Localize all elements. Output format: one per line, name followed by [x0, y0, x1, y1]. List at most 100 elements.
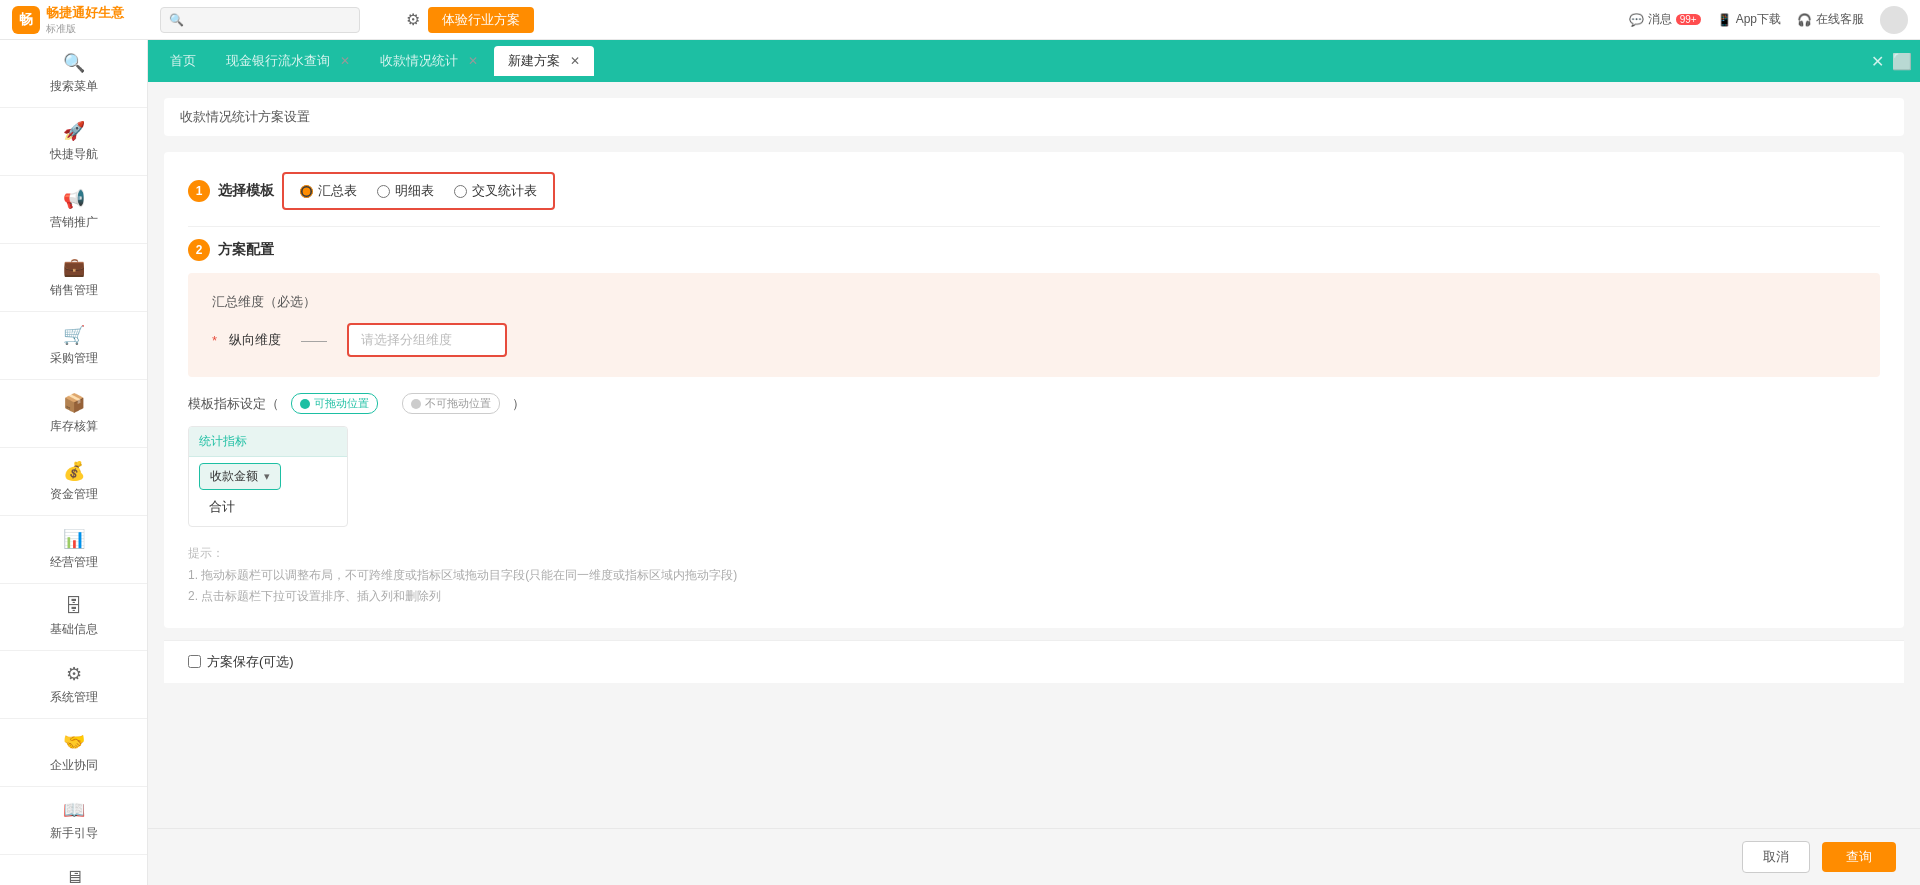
metrics-box: 统计指标 收款金额 ▾ 合计	[188, 426, 348, 527]
service-icon: 🎧	[1797, 13, 1812, 27]
search-icon: 🔍	[169, 13, 184, 27]
user-avatar[interactable]	[1880, 6, 1908, 34]
divider-1	[188, 226, 1880, 227]
system-icon: ⚙	[66, 663, 82, 685]
tab-cash-flow-label: 现金银行流水查询	[226, 52, 330, 70]
tab-collection-stats-close-icon[interactable]: ✕	[468, 54, 478, 68]
tab-new-plan[interactable]: 新建方案 ✕	[494, 46, 594, 76]
notification-label: 消息	[1648, 11, 1672, 28]
non-draggable-label: 不可拖动位置	[425, 396, 491, 411]
metrics-tag-amount[interactable]: 收款金额 ▾	[199, 463, 281, 490]
trial-button[interactable]: 体验行业方案	[428, 7, 534, 33]
save-checkbox[interactable]	[188, 655, 201, 668]
sidebar: 🔍 搜索菜单 🚀 快捷导航 📢 营销推广 💼 销售管理 🛒 采购管理 📦 库存核…	[0, 40, 148, 885]
tab-bar-actions: ✕ ⬜	[1871, 52, 1912, 71]
dimension-select[interactable]: 请选择分组维度	[347, 323, 507, 357]
logo-sub: 标准版	[46, 22, 124, 36]
sidebar-item-sales[interactable]: 💼 销售管理	[0, 244, 147, 312]
footer-bar: 取消 查询	[148, 828, 1920, 885]
online-service-item[interactable]: 🎧 在线客服	[1797, 11, 1864, 28]
metrics-box-header: 统计指标	[189, 427, 347, 457]
collab-icon: 🤝	[63, 731, 85, 753]
tab-home[interactable]: 首页	[156, 46, 210, 76]
top-actions: 💬 消息 99+ 📱 App下载 🎧 在线客服	[1629, 6, 1908, 34]
sidebar-item-search[interactable]: 🔍 搜索菜单	[0, 40, 147, 108]
metrics-config: 模板指标设定（ 可拖动位置 不可拖动位置 ）	[188, 393, 1880, 527]
tab-new-plan-close-icon[interactable]: ✕	[570, 54, 580, 68]
sidebar-item-system[interactable]: ⚙ 系统管理	[0, 651, 147, 719]
sidebar-item-finance[interactable]: 💰 资金管理	[0, 448, 147, 516]
operations-icon: 📊	[63, 528, 85, 550]
save-label: 方案保存(可选)	[207, 653, 294, 671]
radio-summary-label: 汇总表	[318, 182, 357, 200]
metrics-tag-label: 收款金额	[210, 468, 258, 485]
tips-section: 提示： 1. 拖动标题栏可以调整布局，不可跨维度或指标区域拖动目字段(只能在同一…	[188, 543, 1880, 608]
sidebar-item-purchase[interactable]: 🛒 采购管理	[0, 312, 147, 380]
query-button[interactable]: 查询	[1822, 842, 1896, 872]
non-draggable-badge: 不可拖动位置	[402, 393, 500, 414]
sidebar-item-inventory[interactable]: 📦 库存核算	[0, 380, 147, 448]
marketing-icon: 📢	[63, 188, 85, 210]
radio-cross[interactable]: 交叉统计表	[454, 182, 537, 200]
logo-text: 畅捷通好生意	[46, 4, 124, 22]
main-layout: 🔍 搜索菜单 🚀 快捷导航 📢 营销推广 💼 销售管理 🛒 采购管理 📦 库存核…	[0, 40, 1920, 885]
dimension-row: * 纵向维度 —— 请选择分组维度	[212, 323, 1856, 357]
tab-maximize-icon[interactable]: ⬜	[1892, 52, 1912, 71]
metrics-header: 模板指标设定（ 可拖动位置 不可拖动位置 ）	[188, 393, 1880, 414]
inventory-icon: 📦	[63, 392, 85, 414]
main-card: 1 选择模板 汇总表 明细表 交叉统计表	[164, 152, 1904, 628]
chevron-down-icon: ▾	[264, 470, 270, 483]
metrics-box-body: 收款金额 ▾ 合计	[189, 457, 347, 526]
top-search[interactable]: 🔍	[160, 7, 360, 33]
tab-new-plan-label: 新建方案	[508, 52, 560, 70]
purchase-icon: 🛒	[63, 324, 85, 346]
tab-collection-stats-label: 收款情况统计	[380, 52, 458, 70]
dimension-arrow: ——	[301, 333, 327, 348]
notification-badge: 99+	[1676, 14, 1701, 25]
radio-detail[interactable]: 明细表	[377, 182, 434, 200]
guide-icon: 📖	[63, 799, 85, 821]
cancel-button[interactable]: 取消	[1742, 841, 1810, 873]
radio-summary-input[interactable]	[300, 185, 313, 198]
tab-cash-flow-close-icon[interactable]: ✕	[340, 54, 350, 68]
search-icon: 🔍	[63, 52, 85, 74]
metrics-section-label: 统计指标	[199, 434, 247, 448]
metrics-table-area: 统计指标 收款金额 ▾ 合计	[188, 426, 1880, 527]
radio-cross-label: 交叉统计表	[472, 182, 537, 200]
sidebar-item-hardware[interactable]: 🖥 智能硬件	[0, 855, 147, 885]
draggable-label: 可拖动位置	[314, 396, 369, 411]
metrics-total: 合计	[199, 494, 337, 520]
template-radio-group: 汇总表 明细表 交叉统计表	[282, 172, 555, 210]
radio-cross-input[interactable]	[454, 185, 467, 198]
sales-icon: 💼	[63, 256, 85, 278]
sidebar-item-navigation[interactable]: 🚀 快捷导航	[0, 108, 147, 176]
settings-icon[interactable]: ⚙	[406, 10, 420, 29]
sidebar-item-marketing[interactable]: 📢 营销推广	[0, 176, 147, 244]
step2-header: 2 方案配置	[188, 239, 1880, 261]
app-download-label: App下载	[1736, 11, 1781, 28]
tab-close-window-icon[interactable]: ✕	[1871, 52, 1884, 71]
sidebar-item-guide[interactable]: 📖 新手引导	[0, 787, 147, 855]
step2-title: 方案配置	[218, 241, 274, 259]
vertical-dimension-label: 纵向维度	[229, 331, 281, 349]
sidebar-item-label: 基础信息	[50, 621, 98, 638]
sidebar-item-label: 营销推广	[50, 214, 98, 231]
sidebar-item-label: 库存核算	[50, 418, 98, 435]
step2-section: 2 方案配置 汇总维度（必选） * 纵向维度 —— 请选择分组维度	[188, 239, 1880, 608]
required-star: *	[212, 333, 217, 348]
tab-cash-flow[interactable]: 现金银行流水查询 ✕	[212, 46, 364, 76]
radio-summary[interactable]: 汇总表	[300, 182, 357, 200]
sidebar-item-label: 经营管理	[50, 554, 98, 571]
save-checkbox-label[interactable]: 方案保存(可选)	[188, 653, 294, 671]
step1-number: 1	[188, 180, 210, 202]
sidebar-item-operations[interactable]: 📊 经营管理	[0, 516, 147, 584]
sidebar-item-enterprise-collab[interactable]: 🤝 企业协同	[0, 719, 147, 787]
top-bar: 畅 畅捷通好生意 标准版 🔍 ⚙ 体验行业方案 💬 消息 99+ 📱 App下载…	[0, 0, 1920, 40]
app-download-item[interactable]: 📱 App下载	[1717, 11, 1781, 28]
notification-item[interactable]: 💬 消息 99+	[1629, 11, 1701, 28]
draggable-badge: 可拖动位置	[291, 393, 378, 414]
radio-detail-input[interactable]	[377, 185, 390, 198]
tab-collection-stats[interactable]: 收款情况统计 ✕	[366, 46, 492, 76]
tips-title: 提示：	[188, 546, 224, 560]
sidebar-item-basic-info[interactable]: 🗄 基础信息	[0, 584, 147, 651]
